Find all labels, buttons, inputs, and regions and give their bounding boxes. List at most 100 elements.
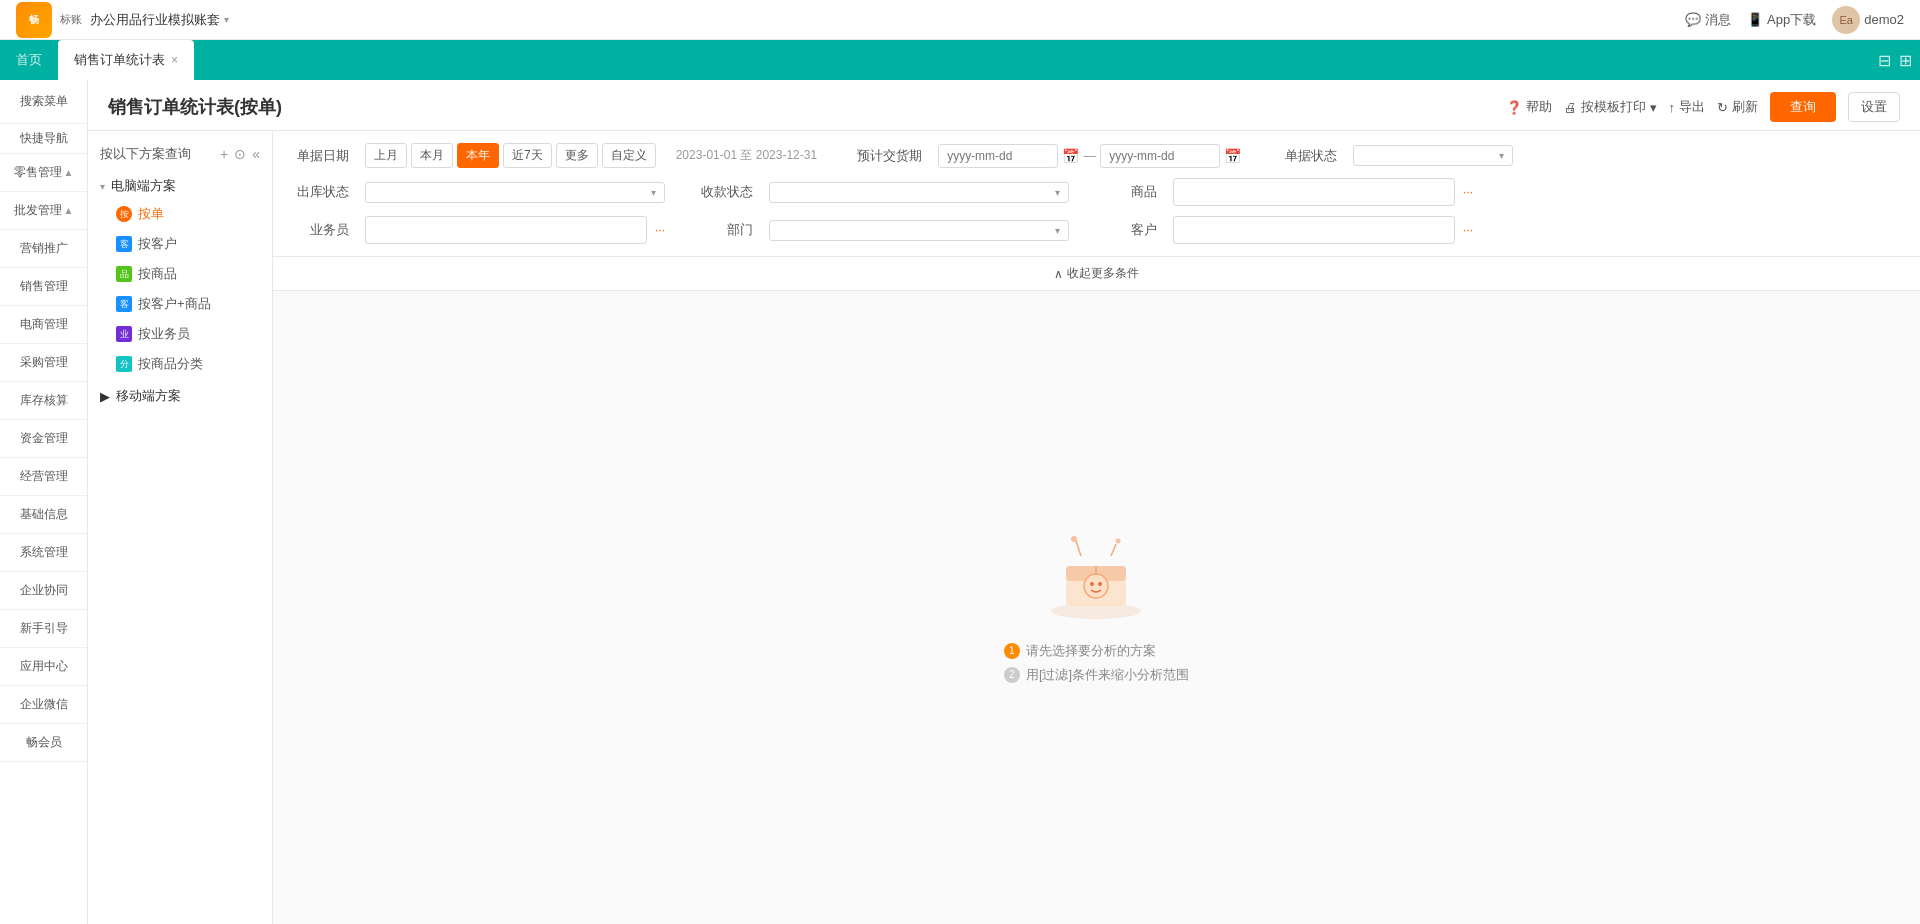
- receipt-status-select[interactable]: ▾: [769, 182, 1069, 203]
- tab-close-icon[interactable]: ×: [171, 53, 178, 67]
- app-download-label: App下载: [1767, 11, 1816, 29]
- department-arrow: ▾: [1055, 225, 1060, 236]
- add-scheme-icon[interactable]: +: [220, 146, 228, 162]
- date-custom[interactable]: 自定义: [602, 143, 656, 168]
- sidebar-item-sales[interactable]: 销售管理: [0, 268, 87, 306]
- sidebar-item-marketing[interactable]: 营销推广: [0, 230, 87, 268]
- sidebar-retail-arrow: ▲: [64, 167, 74, 178]
- cal-icon-start[interactable]: 📅: [1062, 148, 1079, 164]
- tab-home[interactable]: 首页: [0, 40, 58, 80]
- out-status-label: 出库状态: [293, 183, 349, 201]
- product-label: 商品: [1101, 183, 1157, 201]
- sidebar-sales-label: 销售管理: [20, 278, 68, 295]
- help-button[interactable]: ❓ 帮助: [1506, 98, 1552, 116]
- user-menu[interactable]: Ea demo2: [1832, 6, 1904, 34]
- sidebar-item-inventory[interactable]: 库存核算: [0, 382, 87, 420]
- order-status-select[interactable]: ▾: [1353, 145, 1513, 166]
- delivery-date-end[interactable]: [1100, 144, 1220, 168]
- svg-point-10: [1116, 538, 1121, 543]
- pc-scheme-group: ▾ 电脑端方案 按 按单 客 按客户 品 按商品: [88, 173, 272, 379]
- sidebar-item-operations[interactable]: 经营管理: [0, 458, 87, 496]
- template-print-button[interactable]: 🖨 按模板打印 ▾: [1564, 98, 1657, 116]
- help-label: 帮助: [1526, 98, 1552, 116]
- scheme-by-product[interactable]: 品 按商品: [88, 259, 272, 289]
- settings-button[interactable]: 设置: [1848, 92, 1900, 122]
- mobile-group-title[interactable]: ▶ 移动端方案: [88, 383, 272, 409]
- settings-scheme-icon[interactable]: ⊙: [234, 146, 246, 162]
- sidebar-wechat-label: 企业微信: [20, 696, 68, 713]
- refresh-button[interactable]: ↻ 刷新: [1717, 98, 1758, 116]
- out-status-select[interactable]: ▾: [365, 182, 665, 203]
- page-title: 销售订单统计表(按单): [108, 95, 282, 119]
- sidebar-retail-label: 零售管理: [14, 164, 62, 181]
- sidebar-item-purchase[interactable]: 采购管理: [0, 344, 87, 382]
- receipt-status-arrow: ▾: [1055, 187, 1060, 198]
- sidebar-item-enterprise[interactable]: 企业协同: [0, 572, 87, 610]
- delivery-date-start[interactable]: [938, 144, 1058, 168]
- content-area: 销售订单统计表(按单) ❓ 帮助 🖨 按模板打印 ▾ ↑ 导出 ↻ 刷新: [88, 80, 1920, 924]
- customer-label: 客户: [1101, 221, 1157, 239]
- mobile-scheme-group: ▶ 移动端方案: [88, 383, 272, 409]
- scheme-by-customer[interactable]: 客 按客户: [88, 229, 272, 259]
- tab-home-label: 首页: [16, 51, 42, 69]
- scheme-by-category[interactable]: 分 按商品分类: [88, 349, 272, 379]
- scheme-by-product-icon: 品: [116, 266, 132, 282]
- sidebar-wholesale-label: 批发管理: [14, 202, 62, 219]
- scheme-by-order-icon: 按: [116, 206, 132, 222]
- scheme-by-sp-icon: 业: [116, 326, 132, 342]
- sidebar-item-member[interactable]: 畅会员: [0, 724, 87, 762]
- salesperson-ellipsis[interactable]: ···: [655, 223, 665, 237]
- tab-expand-icon[interactable]: ⊞: [1899, 51, 1912, 70]
- collapse-button[interactable]: ∧ 收起更多条件: [1054, 265, 1139, 282]
- filter-actions: ∧ 收起更多条件: [273, 257, 1920, 291]
- date-last-month[interactable]: 上月: [365, 143, 407, 168]
- sidebar-item-retail[interactable]: 零售管理 ▲: [0, 154, 87, 192]
- workspace-selector[interactable]: 办公用品行业模拟账套 ▾: [90, 11, 229, 29]
- avatar-text: Ea: [1840, 14, 1853, 26]
- sidebar-item-newbie[interactable]: 新手引导: [0, 610, 87, 648]
- sidebar-ecommerce-label: 电商管理: [20, 316, 68, 333]
- sidebar-item-finance[interactable]: 资金管理: [0, 420, 87, 458]
- tab-sales-label: 销售订单统计表: [74, 51, 165, 69]
- template-print-label: 按模板打印: [1581, 98, 1646, 116]
- tip2-text: 用[过滤]条件来缩小分析范围: [1026, 666, 1189, 684]
- cal-icon-end[interactable]: 📅: [1224, 148, 1241, 164]
- message-button[interactable]: 💬 消息: [1685, 11, 1731, 29]
- app-download-button[interactable]: 📱 App下载: [1747, 11, 1816, 29]
- sidebar-wholesale-arrow: ▲: [64, 205, 74, 216]
- export-icon: ↑: [1669, 100, 1676, 115]
- department-select[interactable]: ▾: [769, 220, 1069, 241]
- sidebar-operations-label: 经营管理: [20, 468, 68, 485]
- sidebar-item-system[interactable]: 系统管理: [0, 534, 87, 572]
- date-buttons-control: 上月 本月 本年 近7天 更多 自定义: [365, 143, 656, 168]
- sidebar-item-appcenter[interactable]: 应用中心: [0, 648, 87, 686]
- search-menu-button[interactable]: 搜索菜单: [8, 88, 79, 115]
- svg-point-4: [1084, 574, 1108, 598]
- scheme-by-salesperson[interactable]: 业 按业务员: [88, 319, 272, 349]
- tab-sales-order-stats[interactable]: 销售订单统计表 ×: [58, 40, 194, 80]
- sidebar-newbie-label: 新手引导: [20, 620, 68, 637]
- sidebar-item-ecommerce[interactable]: 电商管理: [0, 306, 87, 344]
- export-button[interactable]: ↑ 导出: [1669, 98, 1706, 116]
- date-last-7days[interactable]: 近7天: [503, 143, 552, 168]
- sidebar-item-wechat[interactable]: 企业微信: [0, 686, 87, 724]
- refresh-label: 刷新: [1732, 98, 1758, 116]
- date-this-month[interactable]: 本月: [411, 143, 453, 168]
- query-button[interactable]: 查询: [1770, 92, 1836, 122]
- center-content: 单据日期 上月 本月 本年 近7天 更多 自定义 2023-01-01 至 20…: [273, 131, 1920, 924]
- quick-nav-button[interactable]: 快捷导航: [0, 124, 87, 154]
- collapse-panel-icon[interactable]: «: [252, 146, 260, 162]
- tab-window-icon[interactable]: ⊟: [1878, 51, 1891, 70]
- page-actions: ❓ 帮助 🖨 按模板打印 ▾ ↑ 导出 ↻ 刷新 查询 设置: [1506, 92, 1901, 122]
- customer-ellipsis[interactable]: ···: [1463, 223, 1473, 237]
- date-this-year[interactable]: 本年: [457, 143, 499, 168]
- scheme-by-customer-product[interactable]: 客 按客户+商品: [88, 289, 272, 319]
- sidebar-item-wholesale[interactable]: 批发管理 ▲: [0, 192, 87, 230]
- date-more[interactable]: 更多: [556, 143, 598, 168]
- scheme-by-order[interactable]: 按 按单: [88, 199, 272, 229]
- product-ellipsis[interactable]: ···: [1463, 185, 1473, 199]
- brand-subtitle: 标账: [60, 12, 82, 27]
- sidebar-item-basics[interactable]: 基础信息: [0, 496, 87, 534]
- avatar: Ea: [1832, 6, 1860, 34]
- pc-scheme-group-title[interactable]: ▾ 电脑端方案: [88, 173, 272, 199]
